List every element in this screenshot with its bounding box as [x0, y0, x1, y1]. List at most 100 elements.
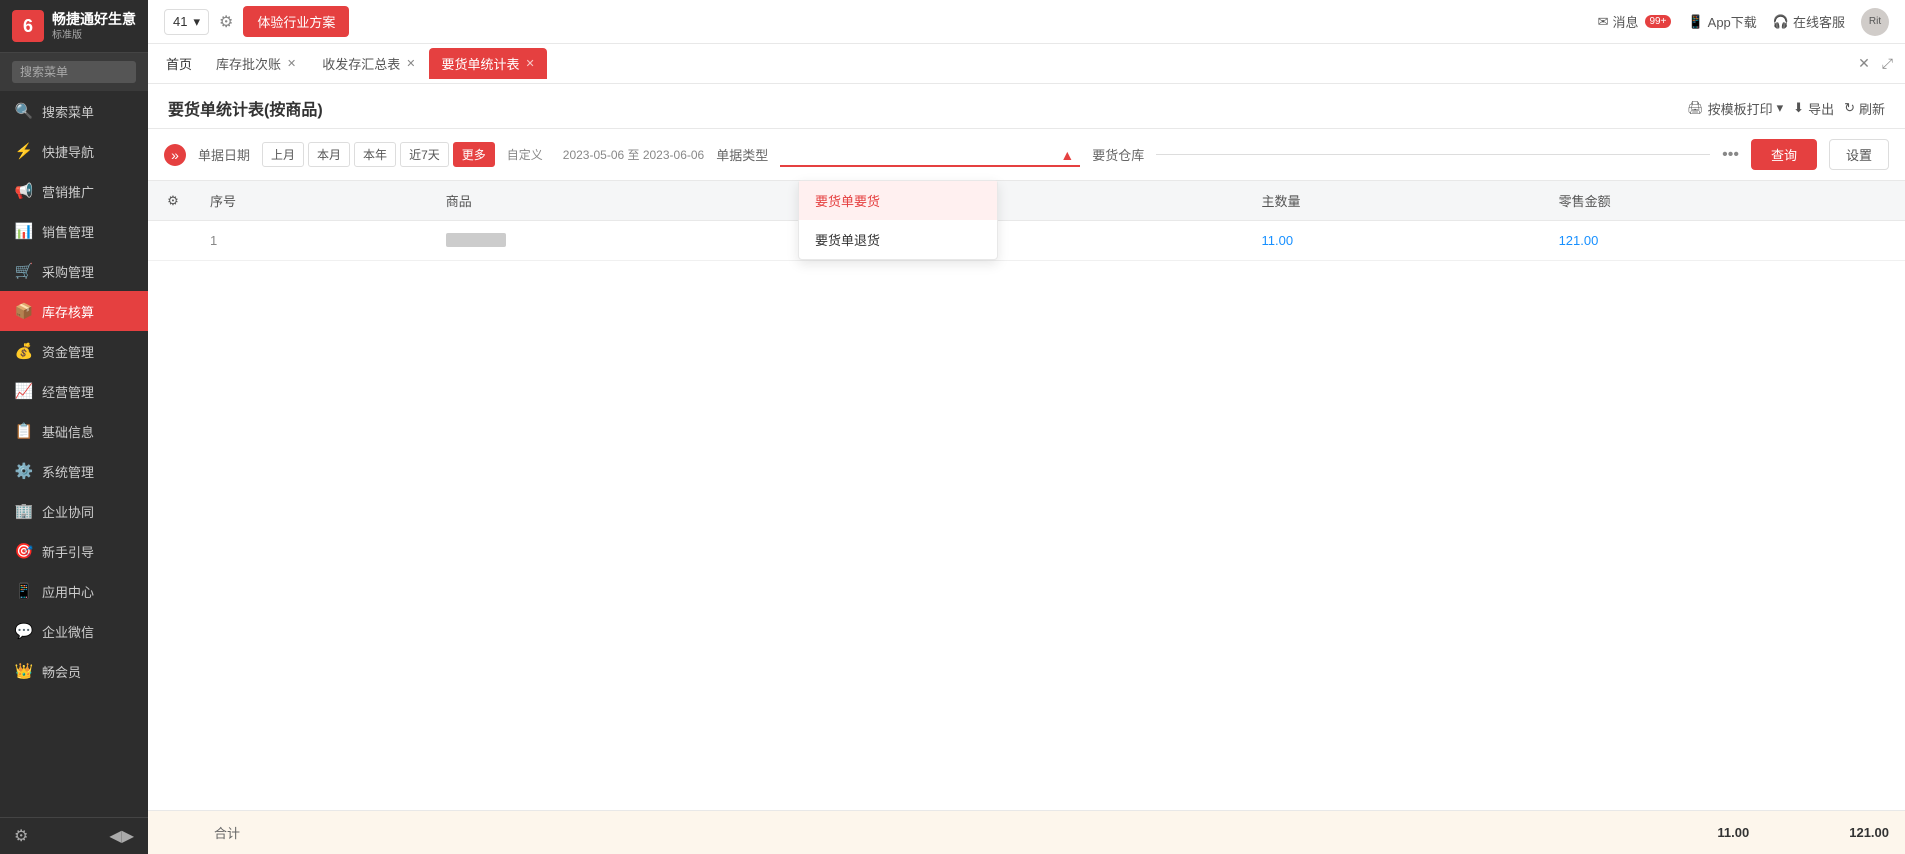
sidebar-item-finance[interactable]: 💰 资金管理 — [0, 331, 148, 371]
search-icon: 🔍 — [14, 101, 34, 121]
export-icon: ⬇ — [1793, 100, 1804, 116]
tab-close-all-icon[interactable]: ✕ — [1854, 51, 1874, 76]
data-table: ⚙ 序号 商品 主计量单位 主数量 零售金额 1 — [148, 181, 1905, 261]
sidebar-item-marketing[interactable]: 📢 营销推广 — [0, 171, 148, 211]
sidebar-item-label: 采购管理 — [42, 262, 94, 281]
gear-icon: ⚙️ — [14, 461, 34, 481]
chevron-down-icon: ▾ — [1777, 100, 1784, 116]
app-download-btn[interactable]: 📱 App下载 — [1687, 12, 1756, 31]
filter-date-7days[interactable]: 近7天 — [400, 142, 449, 167]
filter-date-last-month[interactable]: 上月 — [262, 142, 304, 167]
filter-date-this-month[interactable]: 本月 — [308, 142, 350, 167]
user-avatar[interactable]: Rit — [1861, 8, 1889, 36]
tab-payment-summary-close[interactable]: ✕ — [406, 57, 415, 70]
sidebar-item-enterprise[interactable]: 🏢 企业协同 — [0, 491, 148, 531]
sidebar-search-box[interactable] — [0, 53, 148, 91]
main-content: 41 ▾ ⚙ 体验行业方案 ✉ 消息 99+ 📱 App下载 🎧 在线客服 Ri… — [148, 0, 1905, 854]
box-icon: 📦 — [14, 301, 34, 321]
filter-date-this-year[interactable]: 本年 — [354, 142, 396, 167]
refresh-icon: ↻ — [1844, 100, 1855, 116]
sidebar-logo: 6 畅捷通好生意 标准版 — [0, 0, 148, 53]
clipboard-icon: 📋 — [14, 421, 34, 441]
dropdown-item-order-return[interactable]: 要货单退货 — [799, 220, 997, 259]
sidebar-item-label: 应用中心 — [42, 582, 94, 601]
header-left: 41 ▾ ⚙ 体验行业方案 — [164, 6, 349, 37]
row-product — [434, 221, 830, 261]
col-product: 商品 — [434, 181, 830, 221]
tab-expand-icon[interactable]: ⤢ — [1878, 51, 1897, 76]
filter-expand-btn[interactable]: » — [164, 144, 186, 166]
row-settings-cell — [148, 221, 198, 261]
filter-settings-btn[interactable]: 设置 — [1829, 139, 1889, 170]
row-no: 1 — [198, 221, 434, 261]
sidebar-item-guide[interactable]: 🎯 新手引导 — [0, 531, 148, 571]
filter-type-input[interactable] — [780, 142, 1080, 167]
col-settings[interactable]: ⚙ — [148, 181, 198, 221]
chart-icon: 📊 — [14, 221, 34, 241]
settings-footer-icon[interactable]: ⚙ — [14, 826, 28, 846]
headset-icon: 🎧 — [1773, 14, 1789, 30]
store-selector[interactable]: 41 ▾ — [164, 9, 209, 35]
sidebar-item-inventory[interactable]: 📦 库存核算 — [0, 291, 148, 331]
table-header-row: ⚙ 序号 商品 主计量单位 主数量 零售金额 — [148, 181, 1905, 221]
sidebar-item-label: 搜索菜单 — [42, 102, 94, 121]
print-template-btn[interactable]: 🖨 按模板打印 ▾ — [1687, 99, 1783, 118]
export-label: 导出 — [1808, 99, 1834, 118]
tab-order-summary[interactable]: 要货单统计表 ✕ — [429, 48, 546, 79]
sidebar-item-app-center[interactable]: 📱 应用中心 — [0, 571, 148, 611]
sidebar-item-label: 基础信息 — [42, 422, 94, 441]
sidebar-item-label: 企业微信 — [42, 622, 94, 641]
col-settings-icon: ⚙ — [167, 193, 179, 208]
chevron-down-icon: ▾ — [193, 14, 200, 30]
chevron-up-icon[interactable]: ▲ — [1060, 147, 1074, 163]
col-quantity: 主数量 — [1249, 181, 1546, 221]
tab-batch-account-close[interactable]: ✕ — [287, 57, 296, 70]
sidebar-item-operation[interactable]: 📈 经营管理 — [0, 371, 148, 411]
search-input[interactable] — [12, 61, 136, 83]
sidebar-footer: ⚙ ◀▶ — [0, 817, 148, 854]
row-amount-link[interactable]: 121.00 — [1559, 233, 1599, 248]
megaphone-icon: 📢 — [14, 181, 34, 201]
sidebar-item-basic-info[interactable]: 📋 基础信息 — [0, 411, 148, 451]
tab-payment-summary[interactable]: 收发存汇总表 ✕ — [310, 48, 427, 79]
notification-badge: 99+ — [1645, 15, 1672, 28]
sidebar-item-label: 企业协同 — [42, 502, 94, 521]
tab-order-summary-close[interactable]: ✕ — [526, 57, 535, 70]
tab-home[interactable]: 首页 — [156, 48, 202, 79]
sidebar-item-system[interactable]: ⚙️ 系统管理 — [0, 451, 148, 491]
filter-query-btn[interactable]: 查询 — [1751, 139, 1817, 170]
sidebar-item-label: 畅会员 — [42, 662, 81, 681]
trending-icon: 📈 — [14, 381, 34, 401]
dropdown-item-order-goods[interactable]: 要货单要货 — [799, 181, 997, 220]
settings-icon[interactable]: ⚙ — [219, 12, 233, 32]
refresh-label: 刷新 — [1859, 99, 1885, 118]
online-service-btn[interactable]: 🎧 在线客服 — [1773, 12, 1845, 31]
filter-date-more[interactable]: 更多 — [453, 142, 495, 167]
sidebar-item-purchase[interactable]: 🛒 采购管理 — [0, 251, 148, 291]
summary-amount: 121.00 — [1849, 825, 1889, 840]
notifications-btn[interactable]: ✉ 消息 99+ — [1598, 12, 1672, 31]
row-quantity-link[interactable]: 11.00 — [1261, 233, 1293, 248]
filter-type-dropdown: 要货单要货 要货单退货 — [798, 180, 998, 260]
summary-quantity: 11.00 — [1717, 825, 1749, 840]
sidebar-item-label: 库存核算 — [42, 302, 94, 321]
sidebar-item-quick-nav[interactable]: ⚡ 快捷导航 — [0, 131, 148, 171]
lightning-icon: ⚡ — [14, 141, 34, 161]
filter-date-custom[interactable]: 自定义 — [499, 143, 551, 166]
collapse-sidebar-icon[interactable]: ◀▶ — [109, 826, 134, 846]
sidebar-item-member[interactable]: 👑 畅会员 — [0, 651, 148, 691]
sidebar-item-sales[interactable]: 📊 销售管理 — [0, 211, 148, 251]
filter-type-wrapper: ▲ — [780, 142, 1080, 167]
filter-type-label: 单据类型 — [716, 145, 768, 164]
industry-btn[interactable]: 体验行业方案 — [243, 6, 349, 37]
sidebar-item-wechat[interactable]: 💬 企业微信 — [0, 611, 148, 651]
export-btn[interactable]: ⬇ 导出 — [1793, 99, 1834, 118]
sidebar-item-label: 系统管理 — [42, 462, 94, 481]
tab-batch-account[interactable]: 库存批次账 ✕ — [204, 48, 308, 79]
filter-more-icon[interactable]: ••• — [1722, 146, 1739, 164]
product-blurred — [446, 233, 506, 247]
sidebar-item-search[interactable]: 🔍 搜索菜单 — [0, 91, 148, 131]
col-amount: 零售金额 — [1547, 181, 1905, 221]
sidebar-item-label: 销售管理 — [42, 222, 94, 241]
refresh-btn[interactable]: ↻ 刷新 — [1844, 99, 1885, 118]
